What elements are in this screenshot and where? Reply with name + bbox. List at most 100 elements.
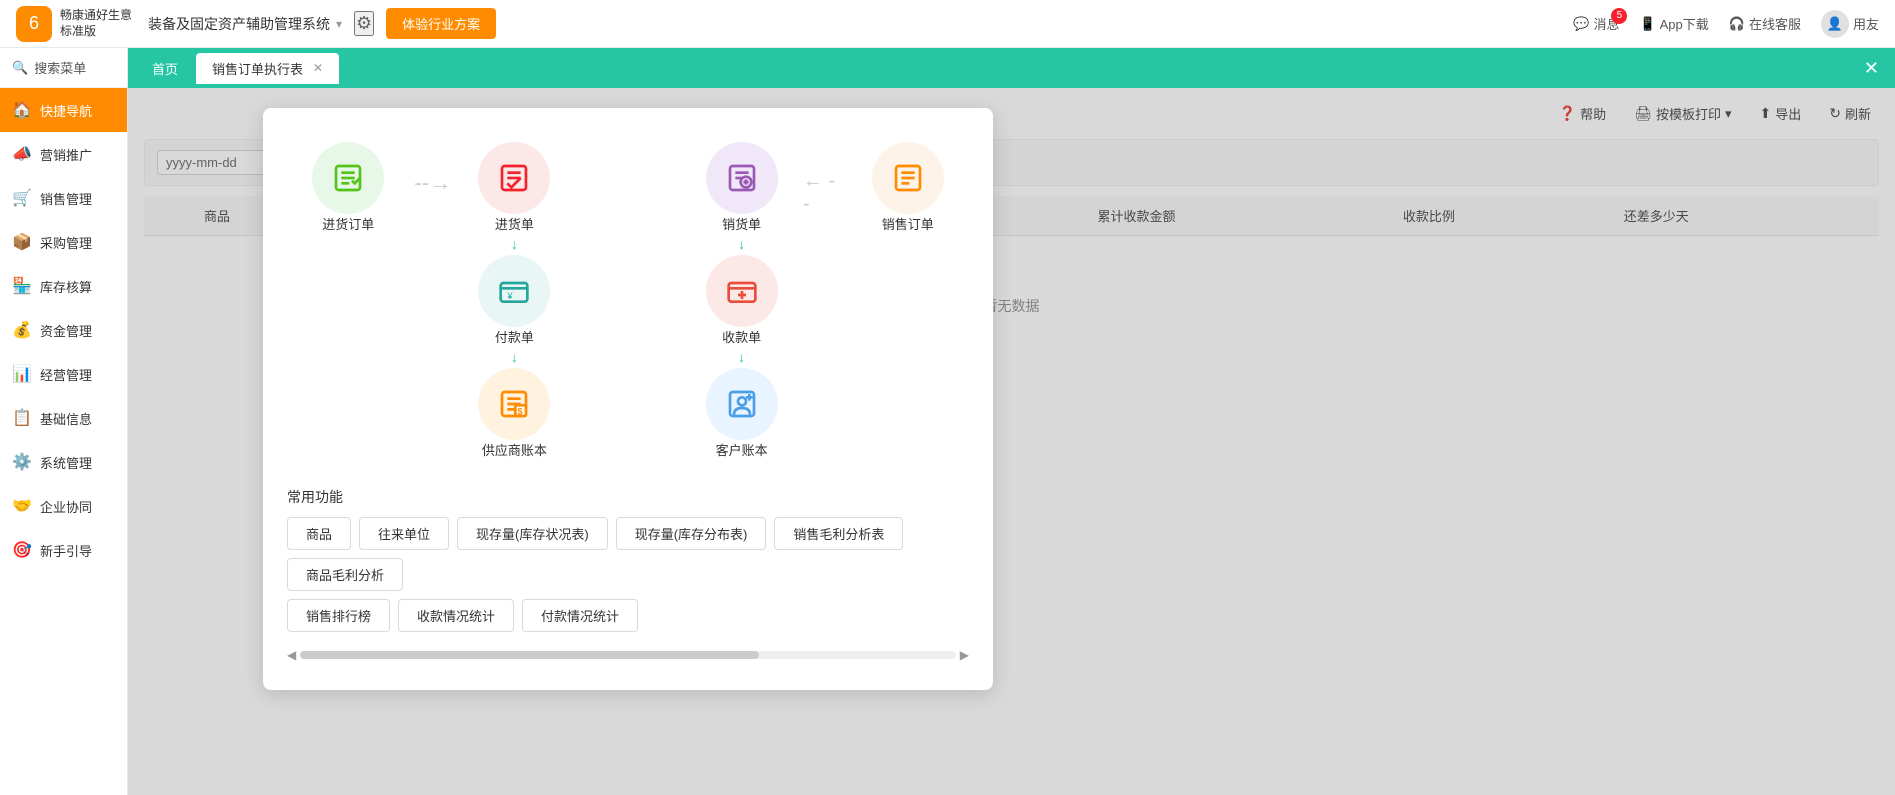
arrow-down-receipt: ↓ [738, 236, 745, 252]
sidebar-item-operations[interactable]: 📊 经营管理 [0, 352, 127, 396]
search-menu[interactable]: 🔍 搜索菜单 [0, 48, 127, 88]
sidebar-item-label: 营销推广 [40, 145, 92, 164]
arrow-down-customer: ↓ [738, 349, 745, 365]
sidebar-item-marketing[interactable]: 📣 营销推广 [0, 132, 127, 176]
payment-bill-label: 付款单 [495, 327, 534, 346]
sidebar-item-enterprise[interactable]: 🤝 企业协同 [0, 484, 127, 528]
logo-text: 畅康通好生意 标准版 [60, 8, 132, 39]
logo-area: 6 畅康通好生意 标准版 [16, 6, 136, 42]
func-btn-stock-status[interactable]: 现存量(库存状况表) [457, 517, 608, 550]
common-functions-title: 常用功能 [287, 487, 969, 507]
scrollbar-track[interactable] [300, 651, 956, 659]
func-btn-goods-profit[interactable]: 商品毛利分析 [287, 558, 403, 591]
app-download-label: App下载 [1660, 14, 1709, 33]
sidebar-item-guide[interactable]: 🎯 新手引导 [0, 528, 127, 572]
sidebar-item-label: 系统管理 [40, 453, 92, 472]
sidebar-item-label: 销售管理 [40, 189, 92, 208]
trial-button[interactable]: 体验行业方案 [386, 8, 496, 39]
sidebar-item-inventory[interactable]: 🏪 库存核算 [0, 264, 127, 308]
flow-col-customer: ↓ 客户账本 [680, 346, 802, 459]
tab-home-label: 首页 [152, 59, 178, 78]
sidebar-item-label: 企业协同 [40, 497, 92, 516]
app-container: 6 畅康通好生意 标准版 装备及固定资产辅助管理系统 ▾ ⚙ 体验行业方案 💬 … [0, 0, 1895, 795]
func-btn-contacts[interactable]: 往来单位 [359, 517, 449, 550]
scroll-left-icon[interactable]: ◀ [287, 648, 296, 662]
modal-dialog: 进货订单 - - → [263, 108, 993, 690]
system-name-label: 装备及固定资产辅助管理系统 [148, 14, 330, 34]
tab-close-icon[interactable]: ✕ [313, 61, 323, 75]
sidebar-item-label: 快捷导航 [40, 101, 92, 120]
sidebar-item-label: 库存核算 [40, 277, 92, 296]
payment-bill-circle[interactable]: ¥ [478, 255, 550, 327]
func-btns-row1: 商品 往来单位 现存量(库存状况表) 现存量(库存分布表) 销售毛利分析表 商品… [287, 517, 969, 591]
func-btn-payment-stats[interactable]: 付款情况统计 [522, 599, 638, 632]
flow-node-sales-bill[interactable]: 销货单 [680, 142, 802, 233]
sales-bill-label: 销货单 [722, 214, 761, 233]
flow-col-payment: ↓ ¥ 付款单 [453, 233, 575, 346]
settings-button[interactable]: ⚙ [354, 11, 374, 36]
basics-icon: 📋 [12, 408, 32, 428]
purchase-order-label: 进货订单 [322, 214, 374, 233]
logo-line2: 标准版 [60, 24, 132, 40]
sidebar-item-sales[interactable]: 🛒 销售管理 [0, 176, 127, 220]
phone-icon: 📱 [1639, 16, 1655, 32]
supplier-account-label: 供应商账本 [482, 440, 547, 459]
system-dropdown-icon[interactable]: ▾ [336, 17, 342, 31]
top-right: 💬 消息 5 📱 App下载 🎧 在线客服 👤 用友 [1573, 10, 1879, 38]
quick-nav-icon: 🏠 [12, 100, 32, 120]
h-arrow-2: ← - - [803, 170, 847, 216]
inventory-icon: 🏪 [12, 276, 32, 296]
supplier-account-circle[interactable]: $ [478, 368, 550, 440]
message-badge: 5 [1611, 8, 1627, 24]
search-icon: 🔍 [12, 60, 28, 76]
func-btn-stock-dist[interactable]: 现存量(库存分布表) [616, 517, 767, 550]
arrow-down-supplier: ↓ [511, 349, 518, 365]
app-download-item[interactable]: 📱 App下载 [1639, 14, 1708, 33]
h-arrow-1: - - → [409, 170, 453, 196]
user-item[interactable]: 👤 用友 [1821, 10, 1879, 38]
tab-bar: 首页 销售订单执行表 ✕ ✕ [128, 48, 1895, 88]
func-btns-row2: 销售排行榜 收款情况统计 付款情况统计 [287, 599, 969, 632]
common-functions-area: 常用功能 商品 往来单位 现存量(库存状况表) 现存量(库存分布表) 销售毛利分… [287, 487, 969, 632]
func-btn-sales-profit[interactable]: 销售毛利分析表 [774, 517, 903, 550]
sidebar-item-label: 资金管理 [40, 321, 92, 340]
sidebar-item-finance[interactable]: 💰 资金管理 [0, 308, 127, 352]
operations-icon: 📊 [12, 364, 32, 384]
modal-scrollbar: ◀ ▶ [287, 644, 969, 666]
sidebar-item-basics[interactable]: 📋 基础信息 [0, 396, 127, 440]
search-menu-label: 搜索菜单 [34, 58, 86, 77]
enterprise-icon: 🤝 [12, 496, 32, 516]
svg-text:$: $ [518, 407, 524, 417]
tab-home[interactable]: 首页 [136, 53, 194, 84]
flow-node-purchase-bill[interactable]: 进货单 [453, 142, 575, 233]
scroll-right-icon[interactable]: ▶ [960, 648, 969, 662]
sidebar-item-purchase[interactable]: 📦 采购管理 [0, 220, 127, 264]
flow-diagram-area: 进货订单 - - → [287, 132, 969, 479]
flow-node-sales-order[interactable]: 销售订单 [847, 142, 969, 233]
sidebar-item-label: 采购管理 [40, 233, 92, 252]
tab-sales-order-exec-label: 销售订单执行表 [212, 59, 303, 78]
customer-account-circle[interactable] [706, 368, 778, 440]
tab-sales-order-exec[interactable]: 销售订单执行表 ✕ [196, 53, 339, 84]
system-title: 装备及固定资产辅助管理系统 ▾ [148, 14, 342, 34]
func-btn-sales-rank[interactable]: 销售排行榜 [287, 599, 390, 632]
sidebar-item-label: 新手引导 [40, 541, 92, 560]
sales-bill-circle [706, 142, 778, 214]
sidebar-item-label: 基础信息 [40, 409, 92, 428]
online-service-item[interactable]: 🎧 在线客服 [1729, 14, 1801, 33]
online-service-label: 在线客服 [1749, 14, 1801, 33]
sales-order-label: 销售订单 [882, 214, 934, 233]
page-content: ❓ 帮助 🖨 按模板打印 ▾ ⬆ 导出 ↻ 刷新 [128, 88, 1895, 795]
receipt-bill-circle[interactable] [706, 255, 778, 327]
sidebar-item-quick-nav[interactable]: 🏠 快捷导航 [0, 88, 127, 132]
func-btn-goods[interactable]: 商品 [287, 517, 351, 550]
flow-node-purchase-order[interactable]: 进货订单 [287, 142, 409, 233]
sidebar: 🔍 搜索菜单 🏠 快捷导航 📣 营销推广 🛒 销售管理 📦 采购管理 🏪 [0, 48, 128, 795]
purchase-order-circle [312, 142, 384, 214]
tab-bar-close-button[interactable]: ✕ [1856, 58, 1887, 79]
user-name-label: 用友 [1853, 14, 1879, 33]
message-item[interactable]: 💬 消息 5 [1573, 14, 1619, 33]
purchase-bill-label: 进货单 [495, 214, 534, 233]
sidebar-item-system[interactable]: ⚙️ 系统管理 [0, 440, 127, 484]
func-btn-receipt-stats[interactable]: 收款情况统计 [398, 599, 514, 632]
